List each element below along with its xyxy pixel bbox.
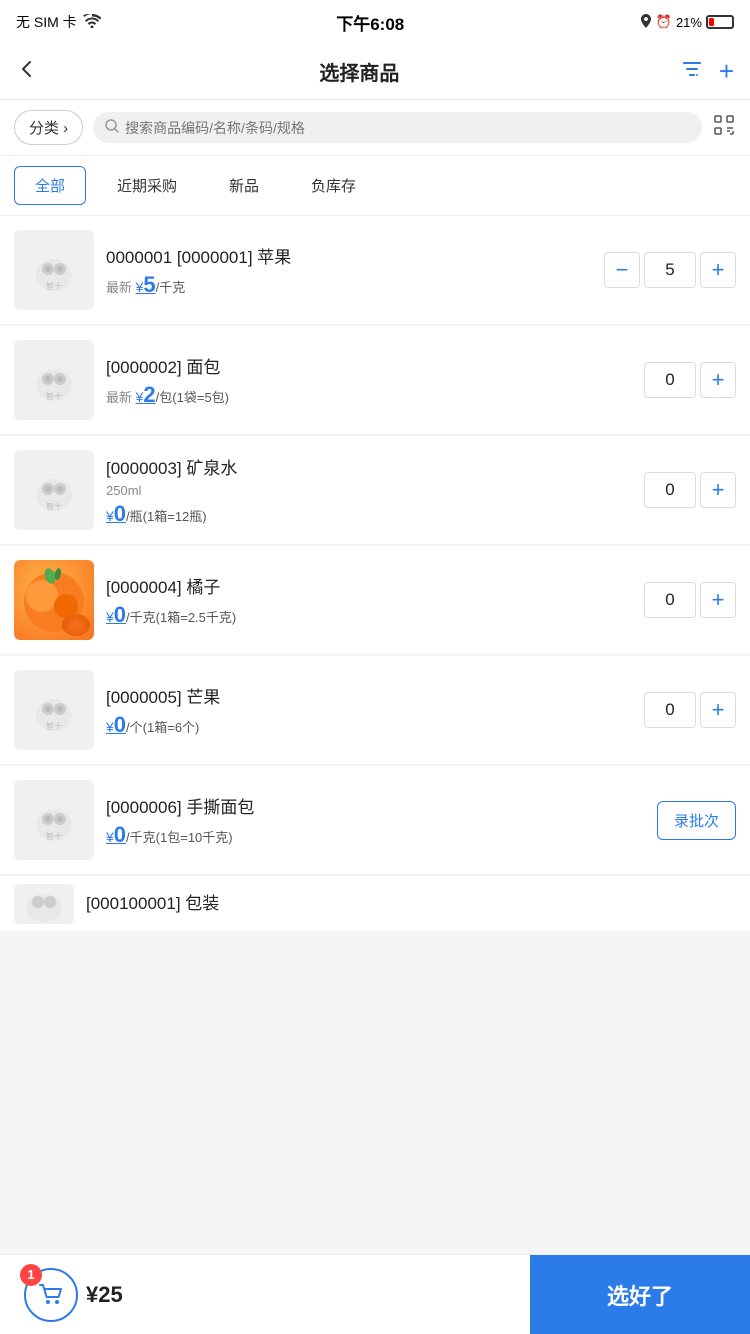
svg-text:智十: 智十 [46, 281, 62, 291]
quantity-input[interactable] [644, 582, 696, 618]
quantity-control: + [644, 692, 736, 728]
batch-button[interactable]: 录批次 [657, 801, 736, 840]
product-thumbnail: 智十 [14, 670, 94, 750]
product-spec: 250ml [106, 483, 632, 498]
quantity-control: + [644, 582, 736, 618]
nav-left [16, 58, 38, 86]
product-price: ¥0/千克(1包=10千克) [106, 822, 645, 848]
status-bar: 无 SIM 卡 下午6:08 ⏰ 21% [0, 0, 750, 44]
product-thumbnail [14, 560, 94, 640]
owl-logo: 智十 [29, 245, 79, 295]
battery-icon [706, 15, 734, 29]
cart-icon-wrap[interactable]: 1 [24, 1268, 78, 1322]
product-item: 智十 [0000003] 矿泉水 250ml ¥0/瓶(1箱=12瓶) + [0, 436, 750, 545]
status-right: ⏰ 21% [640, 14, 734, 31]
product-item: 智十 0000001 [0000001] 苹果 最新 ¥5/千克 − + [0, 216, 750, 325]
product-price: 最新 ¥2/包(1袋=5包) [106, 382, 632, 408]
product-thumbnail: 智十 [14, 340, 94, 420]
tab-all[interactable]: 全部 [14, 166, 86, 205]
product-item: 智十 [0000006] 手撕面包 ¥0/千克(1包=10千克) 录批次 [0, 766, 750, 875]
svg-text:智十: 智十 [46, 501, 62, 511]
product-info-partial: [000100001] 包装 [86, 889, 736, 918]
decrease-button[interactable]: − [604, 252, 640, 288]
quantity-input[interactable] [644, 692, 696, 728]
product-info: 0000001 [0000001] 苹果 最新 ¥5/千克 [106, 243, 592, 298]
bottom-bar: 1 ¥25 选好了 [0, 1254, 750, 1334]
svg-text:智十: 智十 [46, 831, 62, 841]
quantity-input[interactable] [644, 252, 696, 288]
nav-bar: 选择商品 + [0, 44, 750, 100]
product-info: [0000002] 面包 最新 ¥2/包(1袋=5包) [106, 353, 632, 408]
tab-recent[interactable]: 近期采购 [96, 166, 198, 205]
product-info: [0000005] 芒果 ¥0/个(1箱=6个) [106, 683, 632, 738]
battery-label: 21% [676, 15, 702, 30]
product-name: [0000006] 手撕面包 [106, 793, 645, 818]
filter-button[interactable] [681, 58, 703, 86]
increase-button[interactable]: + [700, 582, 736, 618]
add-button[interactable]: + [719, 56, 734, 87]
product-info: [0000006] 手撕面包 ¥0/千克(1包=10千克) [106, 793, 645, 848]
product-name: 0000001 [0000001] 苹果 [106, 243, 592, 268]
product-price: ¥0/瓶(1箱=12瓶) [106, 501, 632, 527]
quantity-input[interactable] [644, 472, 696, 508]
product-item-partial: [000100001] 包装 [0, 876, 750, 931]
product-info: [0000004] 橘子 ¥0/千克(1箱=2.5千克) [106, 573, 632, 628]
category-button[interactable]: 分类 › [14, 110, 83, 145]
product-price: ¥0/个(1箱=6个) [106, 712, 632, 738]
product-price: ¥0/千克(1箱=2.5千克) [106, 602, 632, 628]
increase-button[interactable]: + [700, 692, 736, 728]
carrier-label: 无 SIM 卡 [16, 12, 77, 32]
product-image [14, 560, 94, 640]
product-list: 智十 0000001 [0000001] 苹果 最新 ¥5/千克 − + [0, 216, 750, 1016]
product-thumbnail-partial [14, 884, 74, 924]
alarm-icon: ⏰ [656, 14, 672, 30]
status-left: 无 SIM 卡 [16, 12, 101, 32]
tab-negative[interactable]: 负库存 [290, 166, 377, 205]
product-thumbnail: 智十 [14, 230, 94, 310]
product-info: [0000003] 矿泉水 250ml ¥0/瓶(1箱=12瓶) [106, 454, 632, 527]
quantity-control: − + [604, 252, 736, 288]
product-thumbnail: 智十 [14, 780, 94, 860]
cart-badge: 1 [20, 1264, 42, 1286]
wifi-icon [83, 14, 101, 31]
product-name: [0000002] 面包 [106, 353, 632, 378]
product-item: 智十 [0000002] 面包 最新 ¥2/包(1袋=5包) + [0, 326, 750, 435]
location-icon [640, 14, 652, 31]
page-title: 选择商品 [319, 57, 399, 86]
status-time: 下午6:08 [336, 10, 404, 35]
product-name-partial: [000100001] 包装 [86, 889, 736, 914]
product-name: [0000005] 芒果 [106, 683, 632, 708]
product-price: 最新 ¥5/千克 [106, 272, 592, 298]
confirm-button[interactable]: 选好了 [530, 1255, 750, 1334]
increase-button[interactable]: + [700, 472, 736, 508]
search-icon [105, 119, 119, 136]
back-button[interactable] [16, 58, 38, 86]
increase-button[interactable]: + [700, 362, 736, 398]
filter-bar: 分类 › [0, 100, 750, 156]
product-thumbnail: 智十 [14, 450, 94, 530]
quantity-control: + [644, 472, 736, 508]
product-item: 智十 [0000005] 芒果 ¥0/个(1箱=6个) + [0, 656, 750, 765]
cart-icon [37, 1281, 65, 1309]
quantity-input[interactable] [644, 362, 696, 398]
svg-text:智十: 智十 [46, 721, 62, 731]
tab-new[interactable]: 新品 [208, 166, 280, 205]
increase-button[interactable]: + [700, 252, 736, 288]
search-box [93, 112, 702, 143]
quantity-control: + [644, 362, 736, 398]
nav-right: + [681, 56, 734, 87]
product-name: [0000003] 矿泉水 [106, 454, 632, 479]
scan-button[interactable] [712, 113, 736, 143]
product-name: [0000004] 橘子 [106, 573, 632, 598]
tab-bar: 全部 近期采购 新品 负库存 [0, 156, 750, 216]
cart-section: 1 ¥25 [0, 1268, 530, 1322]
search-input[interactable] [125, 120, 690, 136]
svg-text:智十: 智十 [46, 391, 62, 401]
product-item: [0000004] 橘子 ¥0/千克(1箱=2.5千克) + [0, 546, 750, 655]
cart-total: ¥25 [86, 1282, 123, 1308]
